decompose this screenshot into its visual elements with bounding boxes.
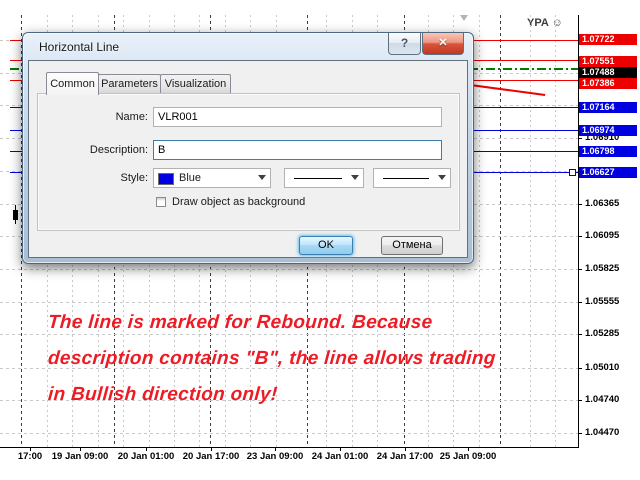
y-axis-tick-label: 1.05555	[585, 296, 620, 307]
price-label: 1.06974	[579, 125, 637, 136]
price-label: 1.07722	[579, 34, 637, 45]
close-button[interactable]: ✕	[422, 33, 464, 55]
price-tick	[578, 400, 582, 401]
dialog-client-area: Common Parameters Visualization Name: De…	[28, 60, 468, 258]
grid-hline	[0, 433, 578, 434]
candle-body	[13, 210, 18, 220]
selection-handle[interactable]	[569, 169, 576, 176]
line-style-sample	[383, 178, 429, 179]
metatrader-chart-screen: YPA ☺ 1.06910 1.06365 1.06095 1.05825 1.0555…	[0, 0, 640, 480]
price-tick	[578, 204, 582, 205]
line-width-sample	[294, 178, 342, 179]
price-label: 1.06798	[579, 146, 637, 157]
y-axis-tick-label: 1.06365	[585, 198, 620, 209]
name-input[interactable]	[153, 107, 442, 127]
chevron-down-icon	[258, 175, 266, 180]
x-axis-tick-label: 20 Jan 17:00	[182, 451, 240, 462]
x-axis-tick-label: 19 Jan 09:00	[51, 451, 109, 462]
y-axis-tick-label: 1.06095	[585, 230, 620, 241]
down-triangle-marker[interactable]	[460, 15, 468, 21]
titlebar-buttons: ? ✕	[388, 33, 464, 55]
y-axis-tick-label: 1.05825	[585, 263, 620, 274]
price-tick	[578, 269, 582, 270]
line-style-select[interactable]	[373, 168, 451, 188]
x-axis-tick-label: 25 Jan 09:00	[439, 451, 497, 462]
price-tick	[578, 138, 582, 139]
horizontal-line-dialog: Horizontal Line ? ✕ Common Parameters Vi…	[22, 32, 474, 264]
price-label: 1.07551	[579, 56, 637, 67]
cancel-button[interactable]: Отмена	[381, 236, 443, 255]
help-button[interactable]: ?	[388, 33, 421, 55]
close-icon: ✕	[438, 37, 448, 49]
y-axis-tick-label: 1.04740	[585, 394, 620, 405]
style-label: Style:	[120, 172, 148, 184]
price-tick	[578, 368, 582, 369]
tab-parameters[interactable]: Parameters	[98, 74, 161, 94]
y-axis-tick-label: 1.04470	[585, 427, 620, 438]
y-axis-tick-label: 1.05010	[585, 362, 620, 373]
name-label: Name:	[115, 111, 148, 123]
chevron-down-icon	[438, 175, 446, 180]
y-axis-tick-label: 1.05285	[585, 328, 620, 339]
tab-common[interactable]: Common	[46, 72, 99, 95]
description-label: Description:	[89, 144, 148, 156]
grid-hline	[0, 269, 578, 270]
grid-hline	[0, 334, 578, 335]
price-tick	[578, 334, 582, 335]
dialog-title: Horizontal Line	[39, 40, 120, 54]
trend-line[interactable]	[462, 83, 545, 96]
x-axis-tick-label: 24 Jan 17:00	[376, 451, 434, 462]
price-tick	[578, 302, 582, 303]
ok-button[interactable]: OK	[299, 236, 353, 255]
price-label: 1.07164	[579, 102, 637, 113]
tab-visualization[interactable]: Visualization	[160, 74, 231, 94]
color-name: Blue	[179, 172, 202, 184]
x-axis-tick-label: 17:00	[17, 451, 43, 462]
x-axis-tick-label: 24 Jan 01:00	[311, 451, 369, 462]
draw-as-background-label: Draw object as background	[172, 196, 306, 208]
time-axis-line	[0, 447, 579, 448]
chevron-down-icon	[351, 175, 359, 180]
annotation-line: The line is marked for Rebound. Because	[47, 312, 434, 333]
line-color-select[interactable]: Blue	[153, 168, 271, 188]
annotation-line: description contains "B", the line allow…	[47, 348, 497, 369]
chart-watermark: YPA ☺	[527, 17, 563, 29]
price-label: 1.07386	[579, 78, 637, 89]
line-width-select[interactable]	[284, 168, 364, 188]
color-swatch	[158, 173, 174, 185]
price-tick	[578, 236, 582, 237]
x-axis-tick-label: 20 Jan 01:00	[117, 451, 175, 462]
draw-as-background-checkbox[interactable]	[156, 197, 166, 207]
grid-hline	[0, 302, 578, 303]
price-label: 1.07488	[579, 67, 637, 78]
price-label: 1.06627	[579, 167, 637, 178]
description-input[interactable]	[153, 140, 442, 160]
price-tick	[578, 433, 582, 434]
x-axis-tick-label: 23 Jan 09:00	[246, 451, 304, 462]
annotation-line: in Bullish direction only!	[47, 384, 279, 405]
